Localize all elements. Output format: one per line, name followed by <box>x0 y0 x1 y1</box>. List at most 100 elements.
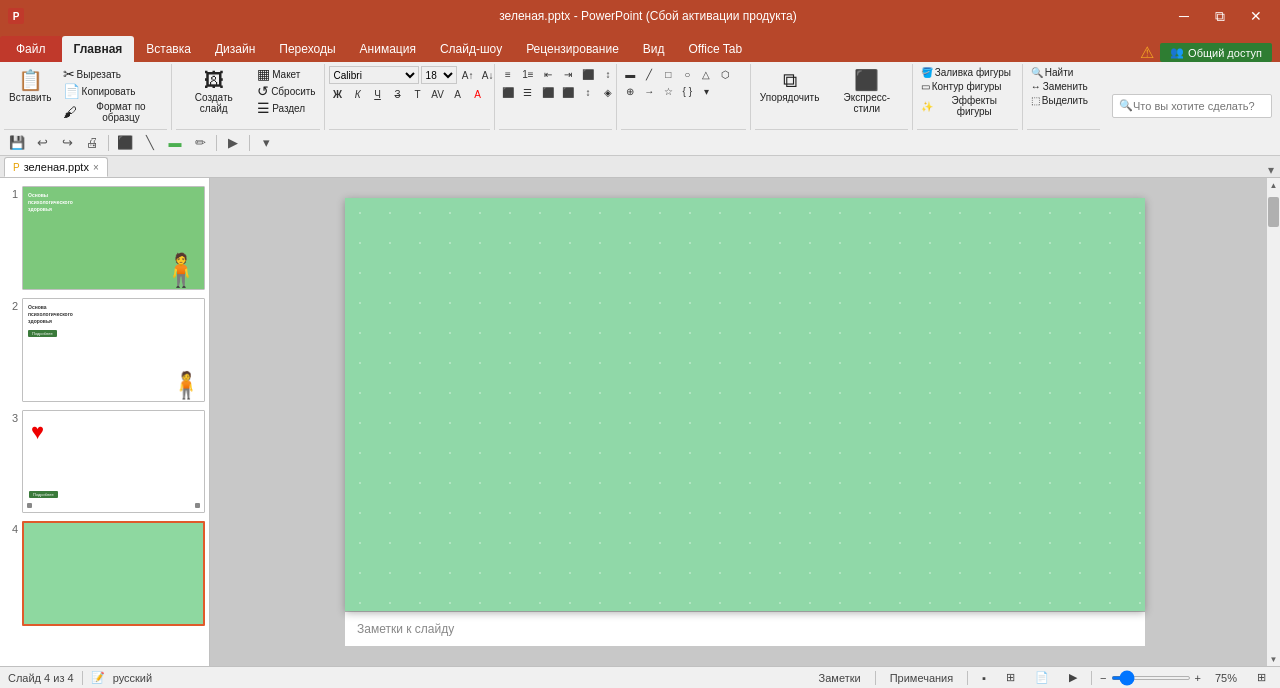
scroll-thumb[interactable] <box>1268 197 1279 227</box>
qa-start-slideshow[interactable]: ▶ <box>222 132 244 154</box>
find-button[interactable]: 🔍 Найти <box>1027 66 1092 79</box>
express-styles-button[interactable]: ⬛ Экспресс-стили <box>826 66 908 118</box>
comments-button[interactable]: Примечания <box>884 671 960 685</box>
undo-button[interactable]: ↩ <box>31 132 53 154</box>
search-input[interactable] <box>1133 100 1265 112</box>
close-button[interactable]: ✕ <box>1240 6 1272 26</box>
slide-item-1[interactable]: 1 Основыпсихологическогоздоровья 🧍 <box>4 186 205 290</box>
minimize-button[interactable]: ─ <box>1168 6 1200 26</box>
shadow-button[interactable]: Т <box>409 86 427 102</box>
tab-file[interactable]: Файл <box>0 36 62 62</box>
shape-7[interactable]: ⊕ <box>621 83 639 99</box>
line-spacing-button[interactable]: ↕ <box>579 84 597 100</box>
font-family-select[interactable]: Calibri <box>329 66 419 84</box>
reset-button[interactable]: ↺ Сбросить <box>253 83 319 99</box>
zoom-level-button[interactable]: 75% <box>1209 671 1243 685</box>
align-right-button[interactable]: ⬛ <box>539 84 557 100</box>
vertical-scrollbar[interactable]: ▲ ▼ <box>1266 178 1280 666</box>
shape-2[interactable]: ╱ <box>640 66 658 82</box>
fit-slide-button[interactable]: ⊞ <box>1251 670 1272 685</box>
format-painter-button[interactable]: 🖌 Формат по образцу <box>59 100 168 124</box>
increase-indent-button[interactable]: ⇥ <box>559 66 577 82</box>
slide-canvas[interactable] <box>345 198 1145 611</box>
print-button[interactable]: 🖨 <box>81 132 103 154</box>
slide-thumb-2[interactable]: Основапсихологическогоздоровья Подробнее… <box>22 298 205 402</box>
shape-outline-button[interactable]: ▭ Контур фигуры <box>917 80 1018 93</box>
font-size-select[interactable]: 18 <box>421 66 457 84</box>
char-spacing-button[interactable]: AV <box>429 86 447 102</box>
redo-button[interactable]: ↪ <box>56 132 78 154</box>
underline-button[interactable]: Ч <box>369 86 387 102</box>
tab-view[interactable]: Вид <box>631 36 677 62</box>
scroll-track[interactable] <box>1267 192 1280 652</box>
normal-view-button[interactable]: ▪ <box>976 671 992 685</box>
convert-smartart-button[interactable]: ◈ <box>599 84 617 100</box>
replace-button[interactable]: ↔ Заменить <box>1027 80 1092 93</box>
select-button[interactable]: ⬚ Выделить <box>1027 94 1092 107</box>
shape-4[interactable]: ○ <box>678 66 696 82</box>
shape-9[interactable]: ☆ <box>659 83 677 99</box>
tab-home[interactable]: Главная <box>62 36 135 62</box>
decrease-indent-button[interactable]: ⇤ <box>539 66 557 82</box>
font-color-button[interactable]: A <box>469 86 487 102</box>
shape-5[interactable]: △ <box>697 66 715 82</box>
tab-officetab[interactable]: Office Tab <box>677 36 755 62</box>
tab-animation[interactable]: Анимация <box>348 36 428 62</box>
italic-button[interactable]: К <box>349 86 367 102</box>
strikethrough-button[interactable]: З <box>389 86 407 102</box>
tab-transitions[interactable]: Переходы <box>267 36 347 62</box>
zoom-minus[interactable]: − <box>1100 672 1106 684</box>
text-direction-button[interactable]: ↕ <box>599 66 617 82</box>
office-tab-file[interactable]: P зеленая.pptx × <box>4 157 108 177</box>
shape-6[interactable]: ⬡ <box>716 66 734 82</box>
justify-button[interactable]: ⬛ <box>559 84 577 100</box>
font-decrease-button[interactable]: A↓ <box>479 67 497 83</box>
qa-more[interactable]: ▾ <box>255 132 277 154</box>
zoom-plus[interactable]: + <box>1195 672 1201 684</box>
shape-more[interactable]: ▾ <box>697 83 715 99</box>
custom-shapes-button[interactable]: ⬛ <box>114 132 136 154</box>
tab-close-button[interactable]: × <box>93 162 99 173</box>
shape-fill-button[interactable]: 🪣 Заливка фигуры <box>917 66 1018 79</box>
shape-1[interactable]: ▬ <box>621 66 639 82</box>
slide-thumb-1[interactable]: Основыпсихологическогоздоровья 🧍 <box>22 186 205 290</box>
edit-area[interactable]: Заметки к слайду <box>210 178 1280 666</box>
shape-3[interactable]: □ <box>659 66 677 82</box>
numbering-button[interactable]: 1≡ <box>519 66 537 82</box>
slide-item-4[interactable]: 4 <box>4 521 205 626</box>
slide-thumb-3[interactable]: ♥ Подробнее <box>22 410 205 514</box>
connector-button[interactable]: ╲ <box>139 132 161 154</box>
resize-button[interactable]: ⧉ <box>1204 6 1236 26</box>
slide-item-3[interactable]: 3 ♥ Подробнее <box>4 410 205 514</box>
font-increase-button[interactable]: A↑ <box>459 67 477 83</box>
slide-item-2[interactable]: 2 Основапсихологическогоздоровья Подробн… <box>4 298 205 402</box>
slide-sorter-button[interactable]: ⊞ <box>1000 670 1021 685</box>
bullets-button[interactable]: ≡ <box>499 66 517 82</box>
save-button[interactable]: 💾 <box>6 132 28 154</box>
slide-thumb-4[interactable] <box>22 521 205 626</box>
columns-button[interactable]: ⬛ <box>579 66 597 82</box>
clear-format-button[interactable]: A <box>449 86 467 102</box>
tab-insert[interactable]: Вставка <box>134 36 203 62</box>
align-left-button[interactable]: ⬛ <box>499 84 517 100</box>
align-center-button[interactable]: ☰ <box>519 84 537 100</box>
pen-button[interactable]: ✏ <box>189 132 211 154</box>
tab-design[interactable]: Дизайн <box>203 36 267 62</box>
shared-access-button[interactable]: 👥 Общий доступ <box>1160 43 1272 62</box>
fill-color-button[interactable]: ▬ <box>164 132 186 154</box>
arrange-button[interactable]: ⧉ Упорядочить <box>755 66 824 107</box>
shape-10[interactable]: { } <box>678 83 696 99</box>
tab-control-button[interactable]: ▾ <box>1262 163 1280 177</box>
bold-button[interactable]: Ж <box>329 86 347 102</box>
copy-button[interactable]: 📄 Копировать <box>59 83 168 99</box>
paste-button[interactable]: 📋 Вставить <box>4 66 57 107</box>
zoom-range[interactable] <box>1111 676 1191 680</box>
reading-view-button[interactable]: 📄 <box>1029 670 1055 685</box>
shape-effects-button[interactable]: ✨ Эффекты фигуры <box>917 94 1018 118</box>
scroll-up-button[interactable]: ▲ <box>1267 178 1280 192</box>
layout-button[interactable]: ▦ Макет <box>253 66 319 82</box>
notes-button[interactable]: Заметки <box>813 671 867 685</box>
shape-8[interactable]: → <box>640 83 658 99</box>
scroll-down-button[interactable]: ▼ <box>1267 652 1280 666</box>
tab-review[interactable]: Рецензирование <box>514 36 631 62</box>
